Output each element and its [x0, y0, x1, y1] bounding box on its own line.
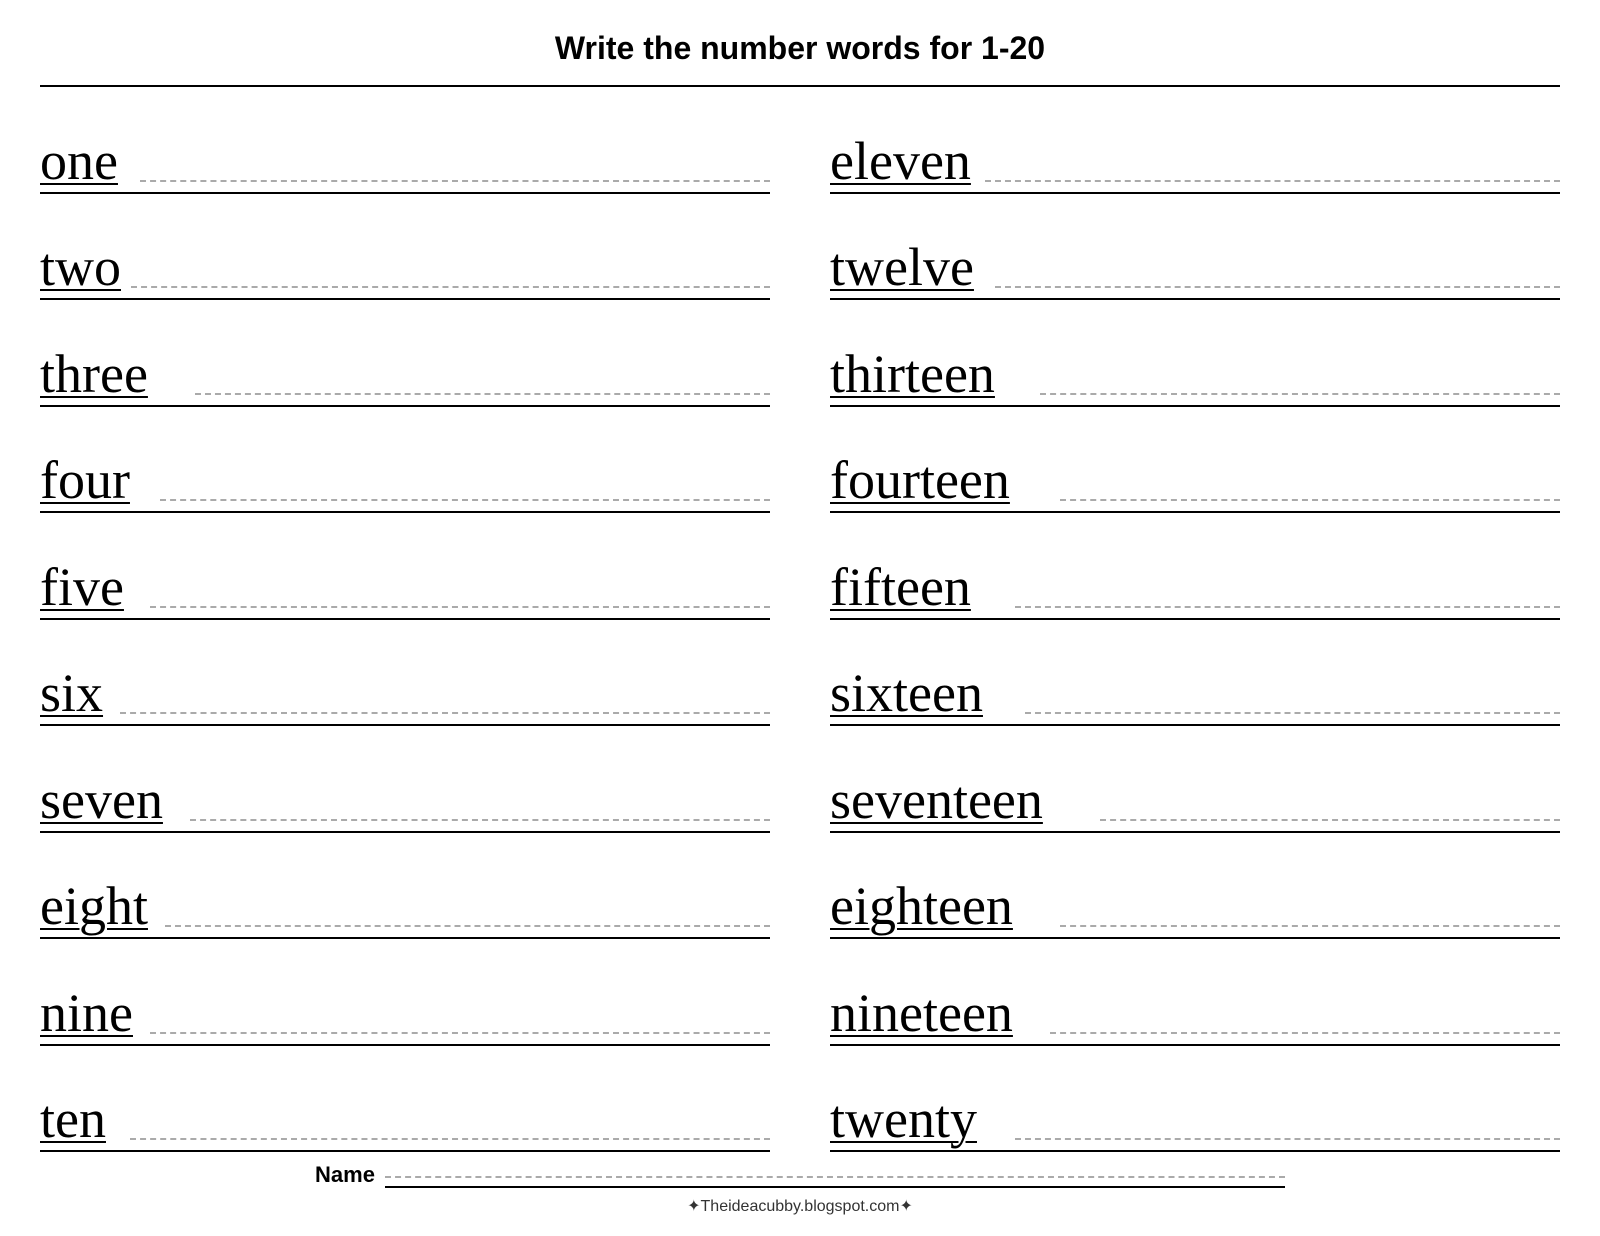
dotted-line-six [120, 712, 770, 714]
row-seventeen: seventeen [830, 726, 1560, 833]
dotted-line-eighteen [1060, 925, 1560, 927]
row-seven: seven [40, 726, 770, 833]
write-area-five[interactable] [150, 606, 770, 614]
write-area-seventeen[interactable] [1100, 819, 1560, 827]
row-eleven: eleven [830, 87, 1560, 194]
dotted-line-fifteen [1015, 606, 1560, 608]
word-four: four [40, 453, 150, 507]
dotted-line-nineteen [1050, 1032, 1560, 1034]
word-sixteen: sixteen [830, 666, 1015, 720]
word-fourteen: fourteen [830, 453, 1050, 507]
word-seven: seven [40, 773, 180, 827]
word-six: six [40, 666, 110, 720]
word-eighteen: eighteen [830, 879, 1050, 933]
dotted-line-thirteen [1040, 393, 1560, 395]
name-solid-line [385, 1186, 1285, 1188]
write-area-fifteen[interactable] [1015, 606, 1560, 614]
dotted-line-eleven [985, 180, 1560, 182]
row-sixteen: sixteen [830, 620, 1560, 727]
word-one: one [40, 134, 130, 188]
row-twenty: twenty [830, 1046, 1560, 1153]
page: Write the number words for 1-20 one two th… [0, 0, 1600, 1236]
dotted-line-twenty [1015, 1138, 1560, 1140]
word-eight: eight [40, 879, 155, 933]
name-write-area [385, 1176, 1285, 1188]
row-five: five [40, 513, 770, 620]
name-dotted-line [385, 1176, 1285, 1178]
word-thirteen: thirteen [830, 347, 1030, 401]
dotted-line-fourteen [1060, 499, 1560, 501]
row-two: two [40, 194, 770, 301]
write-area-seven[interactable] [190, 819, 770, 827]
row-three: three [40, 300, 770, 407]
write-area-nineteen[interactable] [1050, 1032, 1560, 1040]
row-thirteen: thirteen [830, 300, 1560, 407]
main-content: onetwothreefourfivesixseveneightnineten … [40, 87, 1560, 1152]
word-five: five [40, 560, 140, 614]
row-six: six [40, 620, 770, 727]
word-eleven: eleven [830, 134, 975, 188]
write-area-ten[interactable] [130, 1138, 770, 1146]
write-area-one[interactable] [140, 180, 770, 188]
write-area-sixteen[interactable] [1025, 712, 1560, 720]
write-area-twelve[interactable] [995, 286, 1560, 294]
row-nineteen: nineteen [830, 939, 1560, 1046]
word-ten: ten [40, 1092, 120, 1146]
word-nineteen: nineteen [830, 986, 1040, 1040]
write-area-thirteen[interactable] [1040, 393, 1560, 401]
write-area-four[interactable] [160, 499, 770, 507]
row-eighteen: eighteen [830, 833, 1560, 940]
row-one: one [40, 87, 770, 194]
dotted-line-five [150, 606, 770, 608]
name-section: Name [40, 1162, 1560, 1188]
dotted-line-sixteen [1025, 712, 1560, 714]
write-area-fourteen[interactable] [1060, 499, 1560, 507]
left-column: one two three four five six seven eight nine ten [40, 87, 800, 1152]
row-eight: eight [40, 833, 770, 940]
write-area-eight[interactable] [165, 925, 770, 933]
dotted-line-seven [190, 819, 770, 821]
dotted-line-one [140, 180, 770, 182]
dotted-line-eight [165, 925, 770, 927]
word-twenty: twenty [830, 1092, 1005, 1146]
dotted-line-three [195, 393, 770, 395]
dotted-line-four [160, 499, 770, 501]
row-fifteen: fifteen [830, 513, 1560, 620]
word-seventeen: seventeen [830, 773, 1090, 827]
dotted-line-ten [130, 1138, 770, 1140]
word-three: three [40, 347, 185, 401]
dotted-line-twelve [995, 286, 1560, 288]
word-fifteen: fifteen [830, 560, 1005, 614]
footer: ✦Theideacubby.blogspot.com✦ [40, 1196, 1560, 1216]
word-nine: nine [40, 986, 140, 1040]
write-area-nine[interactable] [150, 1032, 770, 1040]
row-twelve: twelve [830, 194, 1560, 301]
word-two: two [40, 240, 121, 294]
word-twelve: twelve [830, 240, 985, 294]
write-area-eighteen[interactable] [1060, 925, 1560, 933]
name-label: Name [315, 1162, 375, 1188]
dotted-line-nine [150, 1032, 770, 1034]
write-area-twenty[interactable] [1015, 1138, 1560, 1146]
row-nine: nine [40, 939, 770, 1046]
page-title: Write the number words for 1-20 [40, 30, 1560, 67]
row-ten: ten [40, 1046, 770, 1153]
write-area-three[interactable] [195, 393, 770, 401]
right-column: eleven twelve thirteen fourteen fifteen sixte… [800, 87, 1560, 1152]
row-fourteen: fourteen [830, 407, 1560, 514]
write-area-eleven[interactable] [985, 180, 1560, 188]
dotted-line-two [131, 286, 770, 288]
row-four: four [40, 407, 770, 514]
write-area-six[interactable] [120, 712, 770, 720]
write-area-two[interactable] [131, 286, 770, 294]
dotted-line-seventeen [1100, 819, 1560, 821]
